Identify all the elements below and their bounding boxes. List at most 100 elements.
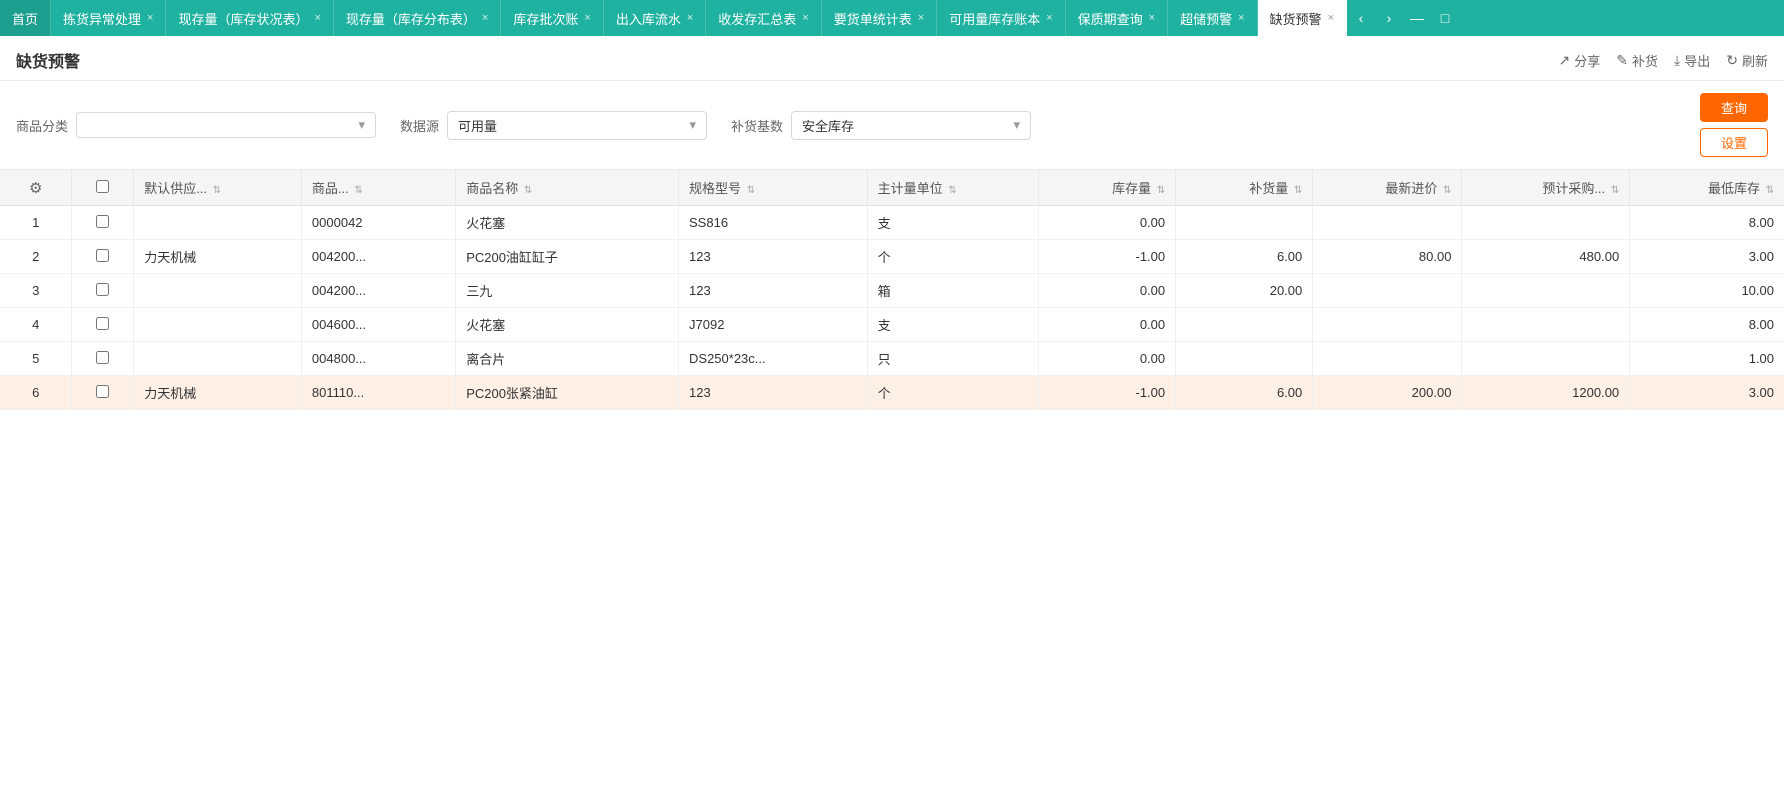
supplier-sort-icon[interactable]: ⇅ bbox=[213, 185, 221, 196]
row-checkbox-3[interactable] bbox=[96, 317, 109, 330]
tab-maximize-button[interactable]: □ bbox=[1431, 0, 1459, 36]
cell-spec: SS816 bbox=[679, 206, 868, 240]
table-row[interactable]: 5 004800... 离合片 DS250*23c... 只 0.00 1.00 bbox=[0, 342, 1784, 376]
share-button[interactable]: ↗ 分享 bbox=[1559, 51, 1601, 70]
cell-min-stock: 8.00 bbox=[1630, 308, 1784, 342]
cell-replenish bbox=[1176, 206, 1313, 240]
tab-home[interactable]: 首页 bbox=[0, 0, 51, 36]
table-row[interactable]: 3 004200... 三九 123 箱 0.00 20.00 10.00 bbox=[0, 274, 1784, 308]
tab-bar: 首页 拣货异常处理 × 现存量（库存状况表） × 现存量（库存分布表） × 库存… bbox=[0, 0, 1784, 36]
est-purchase-sort-icon[interactable]: ⇅ bbox=[1611, 185, 1619, 196]
table-row[interactable]: 6 力天机械 801110... PC200张紧油缸 123 个 -1.00 6… bbox=[0, 376, 1784, 410]
replenish-base-filter-group: 补货基数 安全库存 ▾ bbox=[731, 111, 1031, 140]
cell-no: 1 bbox=[0, 206, 72, 240]
table-row[interactable]: 2 力天机械 004200... PC200油缸缸子 123 个 -1.00 6… bbox=[0, 240, 1784, 274]
table-row[interactable]: 4 004600... 火花塞 J7092 支 0.00 8.00 bbox=[0, 308, 1784, 342]
category-label: 商品分类 bbox=[16, 116, 68, 135]
cell-no: 2 bbox=[0, 240, 72, 274]
cell-stock: -1.00 bbox=[1039, 376, 1176, 410]
tab-next-button[interactable]: › bbox=[1375, 0, 1403, 36]
category-chevron-icon: ▾ bbox=[358, 117, 365, 133]
tab-close-available[interactable]: × bbox=[1046, 12, 1052, 24]
cell-supplier: 力天机械 bbox=[134, 376, 302, 410]
tab-close-inout[interactable]: × bbox=[687, 12, 693, 24]
tab-shortage[interactable]: 缺货预警 × bbox=[1258, 0, 1347, 36]
cell-min-stock: 3.00 bbox=[1630, 376, 1784, 410]
tab-abnormal[interactable]: 拣货异常处理 × bbox=[51, 0, 166, 36]
spec-sort-icon[interactable]: ⇅ bbox=[747, 185, 755, 196]
tab-prev-button[interactable]: ‹ bbox=[1347, 0, 1375, 36]
replenish-button[interactable]: ✎ 补货 bbox=[1616, 51, 1658, 70]
cell-latest-price bbox=[1313, 308, 1462, 342]
page-header: 缺货预警 ↗ 分享 ✎ 补货 ⤓ 导出 ↻ 刷新 bbox=[0, 36, 1784, 81]
cell-stock: 0.00 bbox=[1039, 206, 1176, 240]
tab-close-shortage[interactable]: × bbox=[1328, 12, 1334, 24]
replenish-sort-icon[interactable]: ⇅ bbox=[1294, 185, 1302, 196]
cell-name: 火花塞 bbox=[456, 308, 679, 342]
replenish-base-select[interactable]: 安全库存 ▾ bbox=[791, 111, 1031, 140]
row-checkbox-5[interactable] bbox=[96, 385, 109, 398]
tab-close-stock-dist[interactable]: × bbox=[482, 12, 488, 24]
name-sort-icon[interactable]: ⇅ bbox=[524, 185, 532, 196]
th-unit: 主计量单位 ⇅ bbox=[867, 170, 1038, 206]
min-stock-sort-icon[interactable]: ⇅ bbox=[1766, 185, 1774, 196]
export-button[interactable]: ⤓ 导出 bbox=[1674, 51, 1710, 70]
row-checkbox-1[interactable] bbox=[96, 249, 109, 262]
cell-min-stock: 1.00 bbox=[1630, 342, 1784, 376]
table-settings-icon[interactable]: ⚙ bbox=[29, 180, 42, 197]
cell-spec: DS250*23c... bbox=[679, 342, 868, 376]
row-checkbox-2[interactable] bbox=[96, 283, 109, 296]
tab-close-order-stat[interactable]: × bbox=[918, 12, 924, 24]
query-button[interactable]: 查询 bbox=[1700, 93, 1768, 122]
th-latest-price: 最新进价 ⇅ bbox=[1313, 170, 1462, 206]
cell-est-purchase bbox=[1462, 342, 1630, 376]
datasource-select[interactable]: 可用量 ▾ bbox=[447, 111, 707, 140]
tab-close-stock-status[interactable]: × bbox=[314, 12, 320, 24]
cell-replenish: 6.00 bbox=[1176, 376, 1313, 410]
table-row[interactable]: 1 0000042 火花塞 SS816 支 0.00 8.00 bbox=[0, 206, 1784, 240]
stock-sort-icon[interactable]: ⇅ bbox=[1157, 185, 1165, 196]
cell-latest-price: 80.00 bbox=[1313, 240, 1462, 274]
refresh-button[interactable]: ↻ 刷新 bbox=[1726, 51, 1768, 70]
th-est-purchase: 预计采购... ⇅ bbox=[1462, 170, 1630, 206]
tab-stock-dist[interactable]: 现存量（库存分布表） × bbox=[334, 0, 501, 36]
tab-expiry[interactable]: 保质期查询 × bbox=[1066, 0, 1168, 36]
cell-checkbox bbox=[72, 274, 134, 308]
export-icon: ⤓ bbox=[1674, 52, 1680, 69]
tab-close-receipt[interactable]: × bbox=[802, 12, 808, 24]
select-all-checkbox[interactable] bbox=[96, 180, 109, 193]
cell-stock: 0.00 bbox=[1039, 308, 1176, 342]
tab-close-expiry[interactable]: × bbox=[1149, 12, 1155, 24]
cell-supplier bbox=[134, 274, 302, 308]
tab-stock-status[interactable]: 现存量（库存状况表） × bbox=[166, 0, 333, 36]
cell-code: 004200... bbox=[301, 274, 455, 308]
cell-latest-price bbox=[1313, 206, 1462, 240]
category-select[interactable]: ▾ bbox=[76, 112, 376, 138]
code-sort-icon[interactable]: ⇅ bbox=[354, 185, 362, 196]
th-replenish: 补货量 ⇅ bbox=[1176, 170, 1313, 206]
latest-price-sort-icon[interactable]: ⇅ bbox=[1443, 185, 1451, 196]
tab-minimize-button[interactable]: ― bbox=[1403, 0, 1431, 36]
row-checkbox-4[interactable] bbox=[96, 351, 109, 364]
cell-replenish bbox=[1176, 308, 1313, 342]
th-supplier: 默认供应... ⇅ bbox=[134, 170, 302, 206]
cell-spec: 123 bbox=[679, 274, 868, 308]
tab-receipt[interactable]: 收发存汇总表 × bbox=[706, 0, 821, 36]
cell-no: 5 bbox=[0, 342, 72, 376]
tab-available[interactable]: 可用量库存账本 × bbox=[937, 0, 1065, 36]
tab-close-overstock[interactable]: × bbox=[1238, 12, 1244, 24]
tab-close-batch[interactable]: × bbox=[584, 12, 590, 24]
tab-order-stat[interactable]: 要货单统计表 × bbox=[822, 0, 937, 36]
tab-batch[interactable]: 库存批次账 × bbox=[501, 0, 603, 36]
cell-unit: 支 bbox=[867, 206, 1038, 240]
tab-overstock[interactable]: 超储预警 × bbox=[1168, 0, 1257, 36]
datasource-select-value: 可用量 bbox=[458, 116, 497, 135]
cell-unit: 个 bbox=[867, 240, 1038, 274]
cell-checkbox bbox=[72, 342, 134, 376]
row-checkbox-0[interactable] bbox=[96, 215, 109, 228]
settings-button[interactable]: 设置 bbox=[1700, 128, 1768, 157]
tab-inout[interactable]: 出入库流水 × bbox=[604, 0, 706, 36]
cell-spec: 123 bbox=[679, 240, 868, 274]
unit-sort-icon[interactable]: ⇅ bbox=[948, 185, 956, 196]
tab-close-abnormal[interactable]: × bbox=[147, 12, 153, 24]
